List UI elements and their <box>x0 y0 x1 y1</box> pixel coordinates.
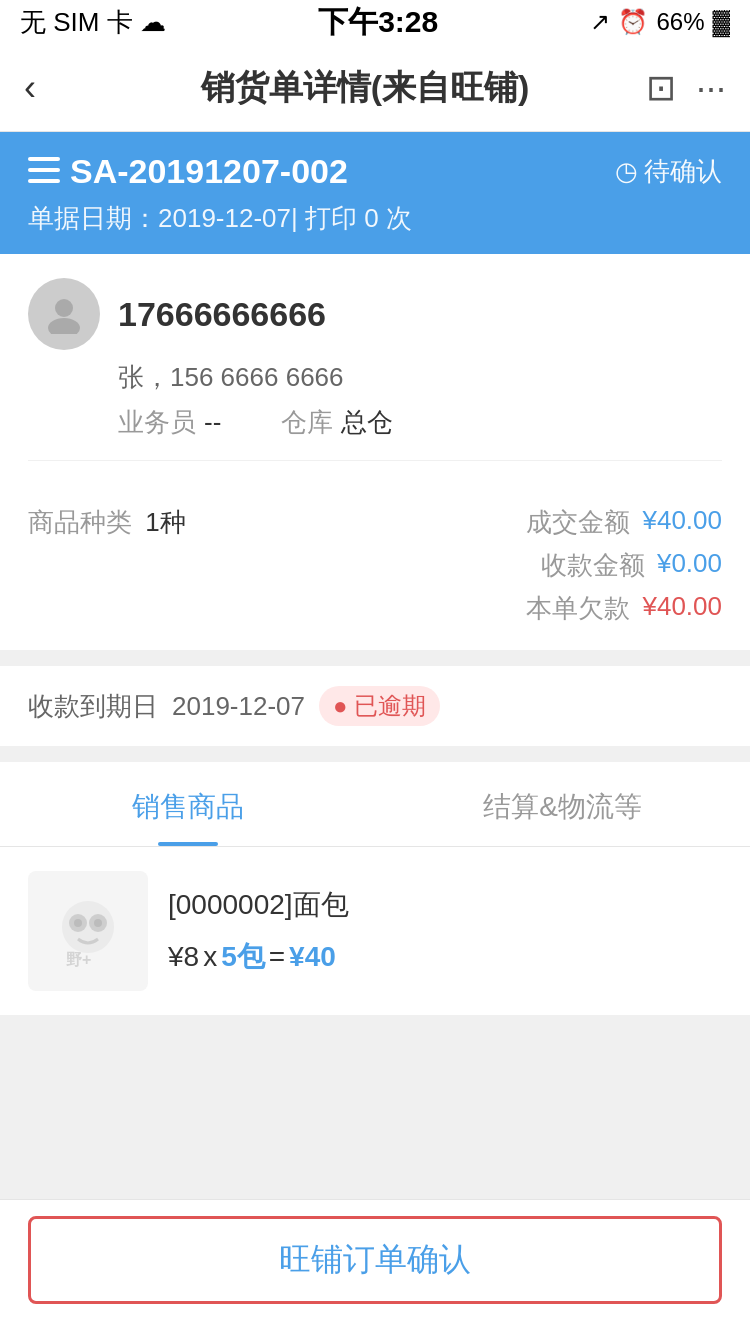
salesperson-value: -- <box>204 407 221 438</box>
salesperson-item: 业务员 -- <box>118 405 221 440</box>
order-header-banner: SA-20191207-002 ◷ 待确认 单据日期：2019-12-07| 打… <box>0 132 750 254</box>
svg-rect-0 <box>28 157 60 161</box>
svg-point-5 <box>62 901 114 953</box>
svg-point-3 <box>55 299 73 317</box>
svg-point-8 <box>74 919 82 927</box>
salesperson-label: 业务员 <box>118 405 196 440</box>
goods-type-label: 商品种类 <box>28 507 132 537</box>
overdue-icon: ● <box>333 692 348 720</box>
nav-bar: ‹ 销货单详情(来自旺铺) ⊡ ··· <box>0 44 750 132</box>
svg-point-4 <box>48 318 80 334</box>
battery-level: 66% <box>656 8 704 36</box>
sim-status: 无 SIM 卡 ☁ <box>20 5 166 40</box>
debt-row: 本单欠款 ¥40.00 <box>526 591 722 626</box>
order-status: ◷ 待确认 <box>615 154 722 189</box>
multiply-sign: x <box>203 941 217 973</box>
customer-phone: 17666666666 <box>118 295 326 334</box>
due-date-value: 2019-12-07 <box>172 691 305 722</box>
product-name: [0000002]面包 <box>168 886 722 924</box>
goods-type-value: 1种 <box>145 507 185 537</box>
debt-value: ¥40.00 <box>642 591 722 626</box>
tab-sales-products[interactable]: 销售商品 <box>0 762 375 846</box>
product-info: [0000002]面包 ¥8 x 5包 = ¥40 <box>168 886 722 976</box>
page-title: 销货单详情(来自旺铺) <box>201 65 530 111</box>
bottom-action-bar: 旺铺订单确认 <box>0 1199 750 1334</box>
clock-icon: ◷ <box>615 156 638 187</box>
product-price-row: ¥8 x 5包 = ¥40 <box>168 938 722 976</box>
svg-text:野+: 野+ <box>66 951 91 968</box>
summary-section: 商品种类 1种 成交金额 ¥40.00 收款金额 ¥0.00 本单欠款 ¥40.… <box>0 481 750 650</box>
nav-actions: ⊡ ··· <box>646 67 726 109</box>
svg-rect-1 <box>28 168 60 172</box>
customer-section: 17666666666 张，156 6666 6666 业务员 -- 仓库 总仓 <box>0 254 750 481</box>
warehouse-item: 仓库 总仓 <box>281 405 393 440</box>
warehouse-label: 仓库 <box>281 405 333 440</box>
svg-rect-2 <box>28 179 60 183</box>
due-date-section: 收款到期日 2019-12-07 ● 已逾期 <box>0 666 750 746</box>
tab-settlement[interactable]: 结算&物流等 <box>375 762 750 846</box>
overdue-text: 已逾期 <box>354 690 426 722</box>
product-price: ¥8 <box>168 941 199 973</box>
customer-sub-info: 张，156 6666 6666 <box>118 360 722 395</box>
deal-amount-value: ¥40.00 <box>642 505 722 540</box>
status-bar: 无 SIM 卡 ☁ 下午3:28 ↗ ⏰ 66% ▓ <box>0 0 750 44</box>
confirm-order-button[interactable]: 旺铺订单确认 <box>28 1216 722 1304</box>
warehouse-value: 总仓 <box>341 405 393 440</box>
status-time: 下午3:28 <box>318 2 438 43</box>
back-button[interactable]: ‹ <box>24 67 84 109</box>
alarm-icon: ⏰ <box>618 8 648 36</box>
share-icon[interactable]: ⊡ <box>646 67 676 109</box>
location-icon: ↗ <box>590 8 610 36</box>
tabs-section: 销售商品 结算&物流等 <box>0 762 750 847</box>
collected-label: 收款金额 <box>541 548 645 583</box>
order-date-row: 单据日期：2019-12-07| 打印 0 次 <box>28 201 722 236</box>
svg-point-9 <box>94 919 102 927</box>
status-right: ↗ ⏰ 66% ▓ <box>590 8 730 36</box>
due-date-label: 收款到期日 <box>28 689 158 724</box>
order-id-icon <box>28 152 60 191</box>
customer-meta: 业务员 -- 仓库 总仓 <box>118 405 722 440</box>
product-thumbnail: 野+ <box>28 871 148 991</box>
battery-icon: ▓ <box>713 8 731 36</box>
goods-type: 商品种类 1种 <box>28 505 186 540</box>
amount-summary: 成交金额 ¥40.00 收款金额 ¥0.00 本单欠款 ¥40.00 <box>526 505 722 626</box>
product-item: 野+ [0000002]面包 ¥8 x 5包 = ¥40 <box>28 871 722 991</box>
product-section: 野+ [0000002]面包 ¥8 x 5包 = ¥40 <box>0 847 750 1015</box>
product-qty: 5包 <box>221 938 265 976</box>
deal-amount-row: 成交金额 ¥40.00 <box>526 505 722 540</box>
more-icon[interactable]: ··· <box>696 67 726 109</box>
collected-value: ¥0.00 <box>657 548 722 583</box>
debt-label: 本单欠款 <box>526 591 630 626</box>
deal-amount-label: 成交金额 <box>526 505 630 540</box>
order-id: SA-20191207-002 <box>28 152 348 191</box>
collected-row: 收款金额 ¥0.00 <box>541 548 722 583</box>
equals-sign: = <box>269 941 285 973</box>
overdue-badge: ● 已逾期 <box>319 686 440 726</box>
avatar <box>28 278 100 350</box>
status-left: 无 SIM 卡 ☁ <box>20 5 166 40</box>
product-total: ¥40 <box>289 941 336 973</box>
